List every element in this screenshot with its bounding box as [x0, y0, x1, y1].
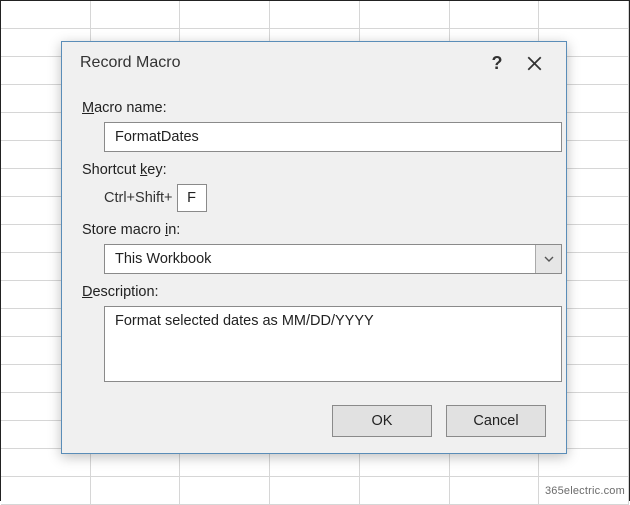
- shortcut-key-input[interactable]: [177, 184, 207, 212]
- shortcut-row: Ctrl+Shift+: [104, 184, 546, 212]
- store-macro-label: Store macro in:: [82, 222, 546, 238]
- dialog-button-row: OK Cancel: [62, 405, 546, 437]
- spreadsheet-cell[interactable]: [539, 1, 629, 29]
- shortcut-prefix-text: Ctrl+Shift+: [104, 190, 173, 206]
- close-icon: [527, 56, 542, 71]
- description-input[interactable]: [104, 306, 562, 382]
- shortcut-key-label: Shortcut key:: [82, 162, 546, 178]
- spreadsheet-cell[interactable]: [180, 1, 270, 29]
- record-macro-dialog: Record Macro ? Macro name: Shortcut key:…: [61, 41, 567, 454]
- cancel-button[interactable]: Cancel: [446, 405, 546, 437]
- help-button[interactable]: ?: [480, 53, 514, 74]
- spreadsheet-cell[interactable]: [1, 1, 91, 29]
- spreadsheet-cell[interactable]: [360, 1, 450, 29]
- dialog-body: Macro name: Shortcut key: Ctrl+Shift+ St…: [62, 84, 566, 385]
- dialog-title: Record Macro: [80, 54, 480, 72]
- spreadsheet-cell[interactable]: [91, 1, 181, 29]
- store-macro-value: This Workbook: [105, 251, 535, 267]
- spreadsheet-cell[interactable]: [450, 1, 540, 29]
- close-button[interactable]: [514, 53, 554, 74]
- dropdown-button[interactable]: [535, 245, 561, 273]
- dialog-titlebar: Record Macro ?: [62, 42, 566, 84]
- description-label: Description:: [82, 284, 546, 300]
- macro-name-label: Macro name:: [82, 100, 546, 116]
- macro-name-input[interactable]: [104, 122, 562, 152]
- chevron-down-icon: [544, 256, 554, 262]
- watermark-text: 365electric.com: [545, 485, 625, 497]
- ok-button[interactable]: OK: [332, 405, 432, 437]
- store-macro-select[interactable]: This Workbook: [104, 244, 562, 274]
- spreadsheet-cell[interactable]: [270, 1, 360, 29]
